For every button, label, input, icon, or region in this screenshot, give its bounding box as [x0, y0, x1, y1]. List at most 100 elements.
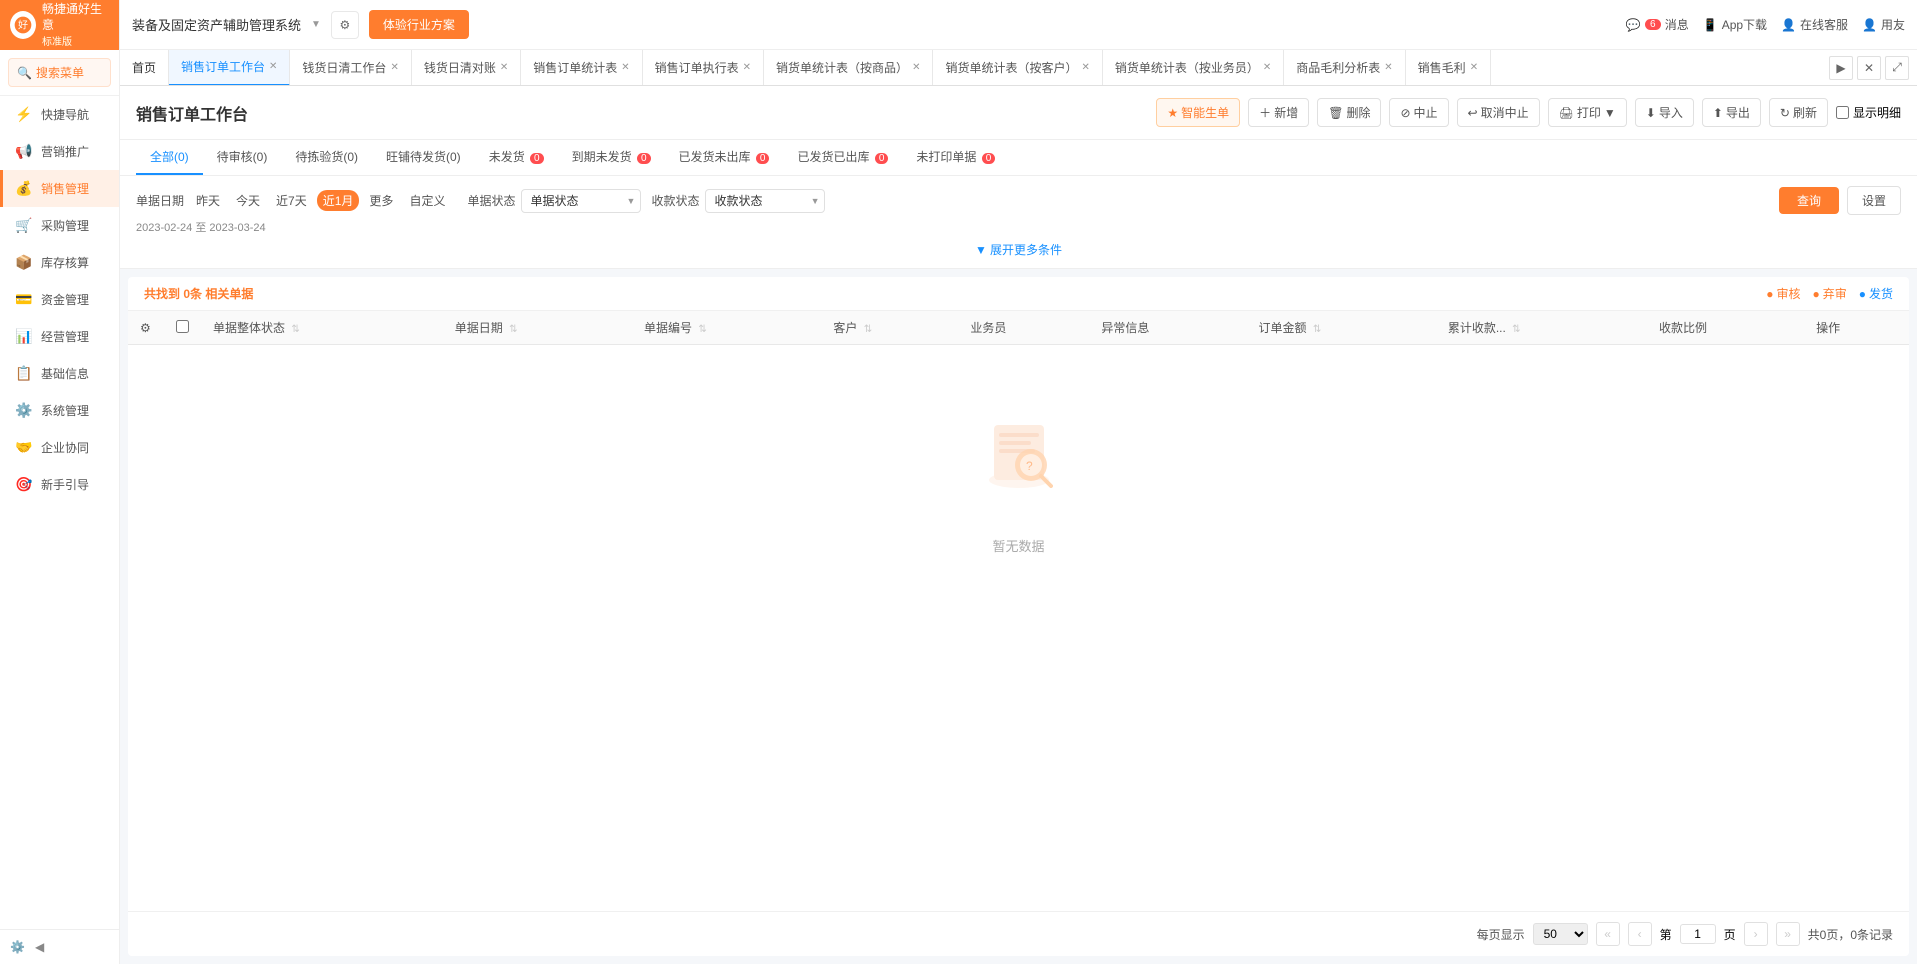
tab-close-all[interactable]: ✕: [1857, 56, 1881, 80]
user-button[interactable]: 👤 用友: [1862, 16, 1905, 33]
tab-close-product[interactable]: ✕: [912, 62, 920, 73]
sub-tab-pending-review[interactable]: 待审核(0): [203, 140, 282, 175]
sub-tab-wangpu-ship[interactable]: 旺铺待发货(0): [372, 140, 475, 175]
sub-tab-shipped-out[interactable]: 已发货已出库 0: [783, 140, 902, 175]
tab-scroll-right[interactable]: ▶: [1829, 56, 1853, 80]
sidebar-item-quick-nav[interactable]: ⚡ 快捷导航: [0, 96, 119, 133]
cancel-review-action[interactable]: ● 弃审: [1812, 285, 1846, 302]
query-button[interactable]: 查询: [1779, 187, 1839, 214]
tab-close-sales-gross[interactable]: ✕: [1470, 62, 1478, 73]
basic-label: 基础信息: [41, 365, 89, 382]
table-scroll-container[interactable]: ⚙ 单据整体状态 ⇅ 单据日期 ⇅ 单据编号: [128, 311, 1909, 911]
date-opt-7days[interactable]: 近7天: [270, 190, 313, 211]
sidebar-item-system[interactable]: ⚙️ 系统管理: [0, 392, 119, 429]
sub-tab-all[interactable]: 全部(0): [136, 140, 203, 175]
review-action[interactable]: ● 审核: [1766, 285, 1800, 302]
sort-status-icon[interactable]: ⇅: [291, 324, 299, 335]
show-detail-checkbox[interactable]: [1836, 106, 1849, 119]
sub-tab-overdue-ship[interactable]: 到期未发货 0: [558, 140, 665, 175]
sidebar-item-finance[interactable]: 💳 资金管理: [0, 281, 119, 318]
collapse-icon[interactable]: ◀: [35, 940, 44, 954]
tab-gross-profit[interactable]: 商品毛利分析表 ✕: [1284, 50, 1405, 86]
date-opt-custom[interactable]: 自定义: [403, 190, 451, 211]
date-opt-more[interactable]: 更多: [363, 190, 399, 211]
settings-button[interactable]: ⚙: [331, 11, 359, 39]
tab-sales-summary-salesperson[interactable]: 销货单统计表（按业务员） ✕: [1103, 50, 1284, 86]
tab-close-sales-stats[interactable]: ✕: [621, 62, 629, 73]
show-detail-checkbox-wrapper[interactable]: 显示明细: [1836, 104, 1901, 121]
select-all-checkbox[interactable]: [176, 320, 189, 333]
sidebar-item-sales[interactable]: 💰 销售管理: [0, 170, 119, 207]
tab-close-sales-workbench[interactable]: ✕: [269, 61, 277, 72]
tab-fullscreen[interactable]: ⤢: [1885, 56, 1909, 80]
sub-tab-not-shipped[interactable]: 未发货 0: [475, 140, 558, 175]
tab-close-gross-profit[interactable]: ✕: [1384, 62, 1392, 73]
page-size-select[interactable]: 50 10 20 100: [1533, 923, 1588, 945]
sidebar-item-marketing[interactable]: 📢 营销推广: [0, 133, 119, 170]
sort-date-icon[interactable]: ⇅: [509, 324, 517, 335]
delete-button[interactable]: 🗑 删除: [1317, 98, 1381, 127]
ship-action[interactable]: ● 发货: [1859, 285, 1893, 302]
message-button[interactable]: 💬 6 消息: [1626, 16, 1689, 33]
chevron-down-icon: ▼: [975, 243, 987, 257]
stop-button[interactable]: ⊘ 中止: [1389, 98, 1448, 127]
tab-close-cash-reconcile[interactable]: ✕: [500, 62, 508, 73]
prev-page-button[interactable]: ‹: [1628, 922, 1652, 946]
smart-create-button[interactable]: ★ 智能生单: [1156, 98, 1240, 127]
tab-sales-exec[interactable]: 销售订单执行表 ✕: [643, 50, 764, 86]
sidebar-item-basic[interactable]: 📋 基础信息: [0, 355, 119, 392]
tab-close-cash-daily[interactable]: ✕: [390, 62, 398, 73]
trial-button[interactable]: 体验行业方案: [369, 10, 469, 39]
search-menu-button[interactable]: 🔍 搜索菜单: [8, 58, 111, 87]
col-checkbox[interactable]: [164, 311, 201, 345]
tab-sales-gross[interactable]: 销售毛利 ✕: [1406, 50, 1491, 86]
last-page-button[interactable]: »: [1776, 922, 1800, 946]
payment-select[interactable]: 收款状态: [705, 189, 825, 213]
col-settings[interactable]: ⚙: [128, 311, 164, 345]
first-page-button[interactable]: «: [1596, 922, 1620, 946]
settings-icon[interactable]: ⚙️: [10, 940, 25, 954]
page-input[interactable]: [1680, 924, 1716, 944]
sub-tab-shipped-not-out[interactable]: 已发货未出库 0: [665, 140, 784, 175]
date-opt-today[interactable]: 今天: [230, 190, 266, 211]
add-button[interactable]: ＋ 新增: [1248, 98, 1309, 127]
import-button[interactable]: ⬇ 导入: [1635, 98, 1694, 127]
tab-sales-summary-product[interactable]: 销货单统计表（按商品） ✕: [764, 50, 933, 86]
tab-sales-workbench[interactable]: 销售订单工作台 ✕: [169, 50, 290, 86]
sub-tab-not-printed[interactable]: 未打印单据 0: [902, 140, 1009, 175]
delete-icon: 🗑: [1328, 106, 1343, 120]
tab-sales-summary-customer[interactable]: 销货单统计表（按客户） ✕: [933, 50, 1102, 86]
quick-nav-label: 快捷导航: [41, 106, 89, 123]
date-opt-1month[interactable]: 近1月: [317, 190, 360, 211]
print-button[interactable]: 🖨 打印 ▼: [1548, 98, 1627, 127]
refresh-button[interactable]: ↻ 刷新: [1769, 98, 1828, 127]
sidebar-item-operation[interactable]: 📊 经营管理: [0, 318, 119, 355]
tab-close-customer[interactable]: ✕: [1081, 62, 1089, 73]
sidebar-item-inventory[interactable]: 📦 库存核算: [0, 244, 119, 281]
tab-close-sales-exec[interactable]: ✕: [743, 62, 751, 73]
sort-cumulative-icon[interactable]: ⇅: [1512, 324, 1520, 335]
sidebar-item-guide[interactable]: 🎯 新手引导: [0, 466, 119, 503]
sort-number-icon[interactable]: ⇅: [698, 324, 706, 335]
tab-cash-reconcile[interactable]: 钱货日清对账 ✕: [412, 50, 521, 86]
app-download-button[interactable]: 📱 App下载: [1703, 16, 1767, 33]
next-page-button[interactable]: ›: [1744, 922, 1768, 946]
sub-tab-pending-inspect[interactable]: 待拣验货(0): [281, 140, 372, 175]
stop-icon: ⊘: [1400, 106, 1410, 120]
tab-sales-stats[interactable]: 销售订单统计表 ✕: [521, 50, 642, 86]
sort-customer-icon[interactable]: ⇅: [864, 324, 872, 335]
sort-amount-icon[interactable]: ⇅: [1313, 324, 1321, 335]
date-opt-yesterday[interactable]: 昨天: [190, 190, 226, 211]
system-dropdown-icon[interactable]: ▼: [311, 19, 321, 30]
online-service-button[interactable]: 👤 在线客服: [1781, 16, 1848, 33]
tab-close-salesperson[interactable]: ✕: [1263, 62, 1271, 73]
set-button[interactable]: 设置: [1847, 186, 1901, 215]
sidebar-item-enterprise[interactable]: 🤝 企业协同: [0, 429, 119, 466]
tab-home[interactable]: 首页: [120, 50, 169, 86]
cancel-stop-button[interactable]: ↩ 取消中止: [1457, 98, 1540, 127]
sidebar-item-purchase[interactable]: 🛒 采购管理: [0, 207, 119, 244]
tab-cash-daily[interactable]: 钱货日清工作台 ✕: [290, 50, 411, 86]
status-select[interactable]: 单据状态: [521, 189, 641, 213]
expand-more-button[interactable]: ▼ 展开更多条件: [975, 241, 1062, 258]
export-button[interactable]: ⬆ 导出: [1702, 98, 1761, 127]
